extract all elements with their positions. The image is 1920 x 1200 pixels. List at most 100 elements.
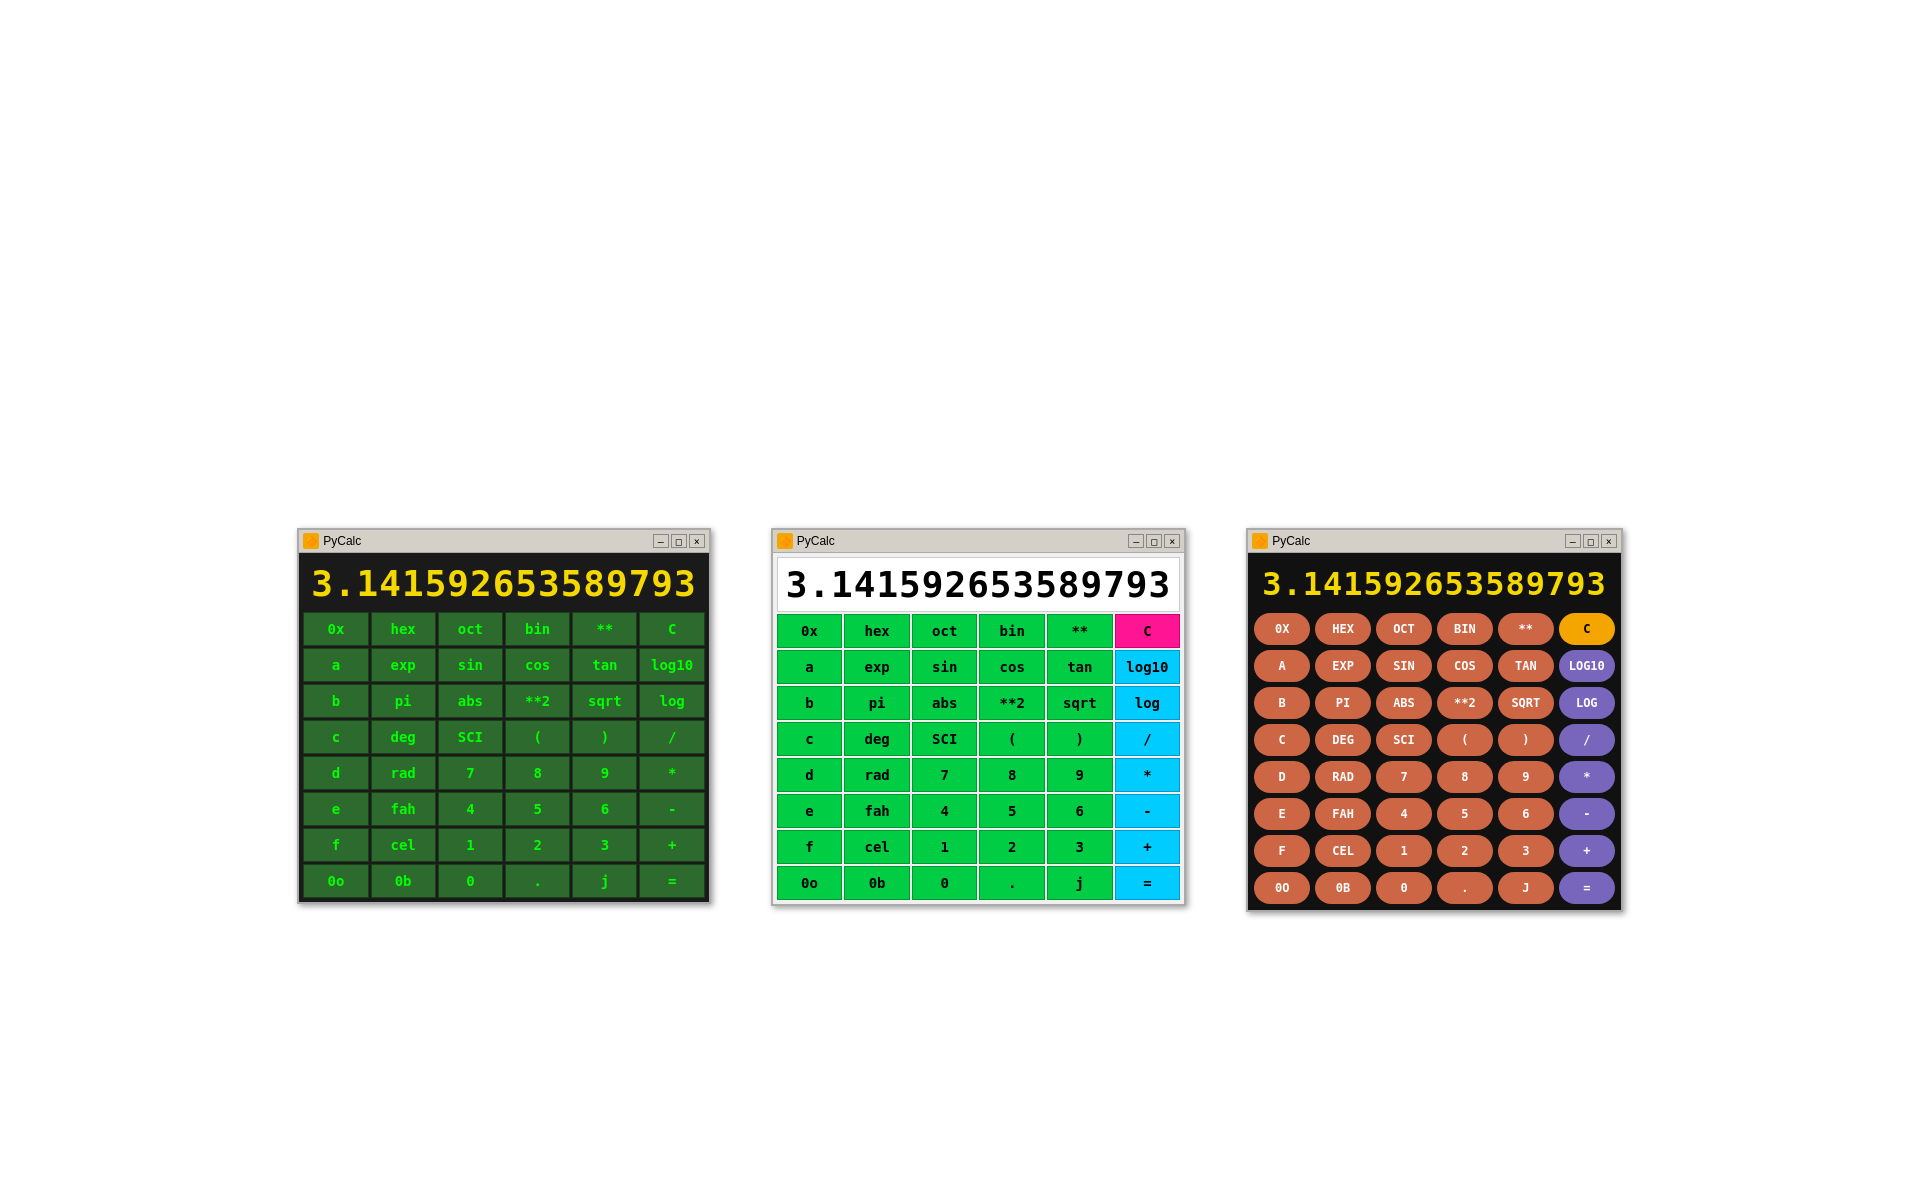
btn1-7[interactable]: 7 bbox=[438, 756, 503, 790]
btn1-0x[interactable]: 0x bbox=[303, 612, 368, 646]
btn3-_[interactable]: = bbox=[1559, 872, 1615, 904]
btn2-c[interactable]: c bbox=[777, 722, 843, 756]
btn1-_[interactable]: = bbox=[639, 864, 704, 898]
btn3-exp[interactable]: EXP bbox=[1315, 650, 1371, 682]
close-button-3[interactable]: × bbox=[1601, 534, 1617, 548]
btn1-b[interactable]: b bbox=[303, 684, 368, 718]
btn1-log[interactable]: log bbox=[639, 684, 704, 718]
btn2-3[interactable]: 3 bbox=[1047, 830, 1113, 864]
btn1-a[interactable]: a bbox=[303, 648, 368, 682]
btn2-_[interactable]: ) bbox=[1047, 722, 1113, 756]
btn3-C[interactable]: C bbox=[1559, 613, 1615, 645]
btn1-rad[interactable]: rad bbox=[371, 756, 436, 790]
btn2-__2[interactable]: **2 bbox=[979, 686, 1045, 720]
btn3-log[interactable]: LOG bbox=[1559, 687, 1615, 719]
btn1-f[interactable]: f bbox=[303, 828, 368, 862]
btn2-log[interactable]: log bbox=[1115, 686, 1181, 720]
btn3-sin[interactable]: SIN bbox=[1376, 650, 1432, 682]
btn3-_[interactable]: * bbox=[1559, 761, 1615, 793]
btn1-_[interactable]: ( bbox=[505, 720, 570, 754]
btn1-_[interactable]: + bbox=[639, 828, 704, 862]
minimize-button-2[interactable]: – bbox=[1128, 534, 1144, 548]
btn1-0[interactable]: 0 bbox=[438, 864, 503, 898]
btn2-5[interactable]: 5 bbox=[979, 794, 1045, 828]
btn1-SCI[interactable]: SCI bbox=[438, 720, 503, 754]
btn3-__2[interactable]: **2 bbox=[1437, 687, 1493, 719]
btn2-sqrt[interactable]: sqrt bbox=[1047, 686, 1113, 720]
btn2-tan[interactable]: tan bbox=[1047, 650, 1113, 684]
btn3-4[interactable]: 4 bbox=[1376, 798, 1432, 830]
btn3-f[interactable]: F bbox=[1254, 835, 1310, 867]
btn2-2[interactable]: 2 bbox=[979, 830, 1045, 864]
btn2-0x[interactable]: 0x bbox=[777, 614, 843, 648]
btn1-c[interactable]: c bbox=[303, 720, 368, 754]
btn1-_[interactable]: . bbox=[505, 864, 570, 898]
btn3-b[interactable]: B bbox=[1254, 687, 1310, 719]
close-button-1[interactable]: × bbox=[689, 534, 705, 548]
btn3-tan[interactable]: TAN bbox=[1498, 650, 1554, 682]
btn3-3[interactable]: 3 bbox=[1498, 835, 1554, 867]
btn3-pi[interactable]: PI bbox=[1315, 687, 1371, 719]
btn2-fah[interactable]: fah bbox=[844, 794, 910, 828]
btn1-8[interactable]: 8 bbox=[505, 756, 570, 790]
btn3-d[interactable]: D bbox=[1254, 761, 1310, 793]
btn1-fah[interactable]: fah bbox=[371, 792, 436, 826]
minimize-button-1[interactable]: – bbox=[653, 534, 669, 548]
btn2-d[interactable]: d bbox=[777, 758, 843, 792]
btn2-exp[interactable]: exp bbox=[844, 650, 910, 684]
btn3-log10[interactable]: LOG10 bbox=[1559, 650, 1615, 682]
btn1-bin[interactable]: bin bbox=[505, 612, 570, 646]
btn3-0b[interactable]: 0B bbox=[1315, 872, 1371, 904]
btn2-a[interactable]: a bbox=[777, 650, 843, 684]
btn3-SCI[interactable]: SCI bbox=[1376, 724, 1432, 756]
btn1-1[interactable]: 1 bbox=[438, 828, 503, 862]
btn1-cel[interactable]: cel bbox=[371, 828, 436, 862]
btn1-0o[interactable]: 0o bbox=[303, 864, 368, 898]
btn2-_[interactable]: ( bbox=[979, 722, 1045, 756]
btn3-j[interactable]: J bbox=[1498, 872, 1554, 904]
btn3-abs[interactable]: ABS bbox=[1376, 687, 1432, 719]
btn2-0[interactable]: 0 bbox=[912, 866, 978, 900]
btn1-abs[interactable]: abs bbox=[438, 684, 503, 718]
btn2-C[interactable]: C bbox=[1115, 614, 1181, 648]
btn1-e[interactable]: e bbox=[303, 792, 368, 826]
btn3-1[interactable]: 1 bbox=[1376, 835, 1432, 867]
btn1-sin[interactable]: sin bbox=[438, 648, 503, 682]
btn1-sqrt[interactable]: sqrt bbox=[572, 684, 637, 718]
close-button-2[interactable]: × bbox=[1164, 534, 1180, 548]
btn2-b[interactable]: b bbox=[777, 686, 843, 720]
btn3-cos[interactable]: COS bbox=[1437, 650, 1493, 682]
btn1-oct[interactable]: oct bbox=[438, 612, 503, 646]
btn3-sqrt[interactable]: SQRT bbox=[1498, 687, 1554, 719]
btn1-_[interactable]: - bbox=[639, 792, 704, 826]
btn3-_[interactable]: + bbox=[1559, 835, 1615, 867]
btn2-__[interactable]: ** bbox=[1047, 614, 1113, 648]
btn2-oct[interactable]: oct bbox=[912, 614, 978, 648]
btn1-4[interactable]: 4 bbox=[438, 792, 503, 826]
btn3-_[interactable]: . bbox=[1437, 872, 1493, 904]
btn2-rad[interactable]: rad bbox=[844, 758, 910, 792]
btn1-5[interactable]: 5 bbox=[505, 792, 570, 826]
btn1-_[interactable]: / bbox=[639, 720, 704, 754]
minimize-button-3[interactable]: – bbox=[1565, 534, 1581, 548]
btn3-__[interactable]: ** bbox=[1498, 613, 1554, 645]
maximize-button-3[interactable]: □ bbox=[1583, 534, 1599, 548]
btn3-5[interactable]: 5 bbox=[1437, 798, 1493, 830]
btn3-2[interactable]: 2 bbox=[1437, 835, 1493, 867]
btn1-_[interactable]: * bbox=[639, 756, 704, 790]
btn2-SCI[interactable]: SCI bbox=[912, 722, 978, 756]
btn3-0o[interactable]: 0O bbox=[1254, 872, 1310, 904]
btn1-3[interactable]: 3 bbox=[572, 828, 637, 862]
btn1-j[interactable]: j bbox=[572, 864, 637, 898]
btn1-hex[interactable]: hex bbox=[371, 612, 436, 646]
btn2-bin[interactable]: bin bbox=[979, 614, 1045, 648]
btn3-bin[interactable]: BIN bbox=[1437, 613, 1493, 645]
btn2-_[interactable]: . bbox=[979, 866, 1045, 900]
btn1-exp[interactable]: exp bbox=[371, 648, 436, 682]
btn3-a[interactable]: A bbox=[1254, 650, 1310, 682]
btn2-0b[interactable]: 0b bbox=[844, 866, 910, 900]
btn1-cos[interactable]: cos bbox=[505, 648, 570, 682]
btn1-tan[interactable]: tan bbox=[572, 648, 637, 682]
btn3-_[interactable]: / bbox=[1559, 724, 1615, 756]
btn3-c[interactable]: C bbox=[1254, 724, 1310, 756]
